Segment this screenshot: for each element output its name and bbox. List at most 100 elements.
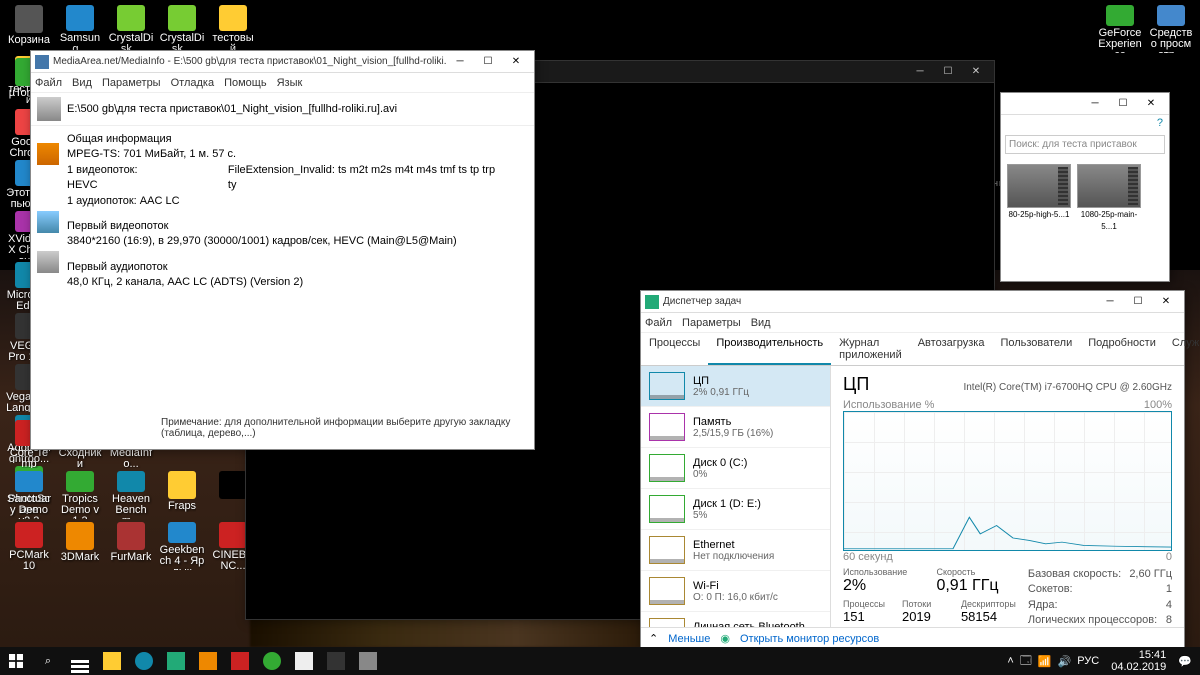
detail-row: Логических процессоров:8	[1028, 613, 1172, 627]
desktop-icon[interactable]: CrystalDisk...	[158, 5, 206, 53]
video-thumb[interactable]: 80-25p-high-5...1	[1007, 164, 1071, 232]
tab-2[interactable]: Журнал приложений	[831, 333, 910, 365]
stat-value: 58154	[961, 609, 1016, 624]
sidebar-item-disk[interactable]: Диск 0 (C:)0%	[641, 448, 830, 489]
menu-item[interactable]: Отладка	[171, 77, 214, 89]
tab-5[interactable]: Подробности	[1080, 333, 1164, 365]
tb-app[interactable]	[224, 647, 256, 675]
sidebar-item-net[interactable]: Wi-FiО: 0 П: 16,0 кбит/с	[641, 571, 830, 612]
explorer-window[interactable]: ─ ☐ ✕ ? Поиск: для теста приставок 80-25…	[1000, 92, 1170, 282]
desktop-icon[interactable]: Корзина	[5, 5, 53, 53]
sidebar-item-disk[interactable]: Диск 1 (D: E:)5%	[641, 489, 830, 530]
minimize-button[interactable]: ─	[446, 52, 474, 72]
taskview-icon[interactable]	[64, 647, 96, 675]
explorer-thumbs: 80-25p-high-5...11080-25p-main-5...1	[1001, 158, 1169, 238]
tray-chevron-icon[interactable]: ˄	[1007, 655, 1013, 667]
search-icon[interactable]: ⌕	[32, 647, 64, 675]
sidebar-item-mem[interactable]: Память2,5/15,9 ГБ (16%)	[641, 407, 830, 448]
desktop-icon[interactable]: FurMark	[107, 522, 155, 570]
tray-lang[interactable]: РУС	[1077, 655, 1099, 667]
menu-item[interactable]: Вид	[751, 317, 771, 329]
menu-item[interactable]: Параметры	[102, 77, 161, 89]
minimize-button[interactable]: ─	[906, 62, 934, 82]
taskmgr-title: Диспетчер задач	[663, 296, 1096, 307]
maximize-button[interactable]: ☐	[934, 62, 962, 82]
taskmgr-tabs[interactable]: ПроцессыПроизводительностьЖурнал приложе…	[641, 333, 1184, 366]
tb-app[interactable]	[352, 647, 384, 675]
tb-app[interactable]	[288, 647, 320, 675]
desktop-icon[interactable]: PCMark 10	[5, 522, 53, 570]
taskbar[interactable]: ⌕ ˄ 🗔 📶 🔊 РУС 15:41 04.02.2019 💬	[0, 647, 1200, 675]
resmon-link[interactable]: Открыть монитор ресурсов	[740, 633, 879, 645]
desktop-icon[interactable]: Tropics Demo v1.3	[56, 471, 104, 519]
menu-item[interactable]: Язык	[277, 77, 303, 89]
menu-item[interactable]: Вид	[72, 77, 92, 89]
desktop-icon[interactable]: тестовый	[209, 5, 257, 53]
maximize-button[interactable]: ☐	[1109, 94, 1137, 114]
maximize-button[interactable]: ☐	[474, 52, 502, 72]
mediainfo-menubar[interactable]: Файл Вид Параметры Отладка Помощь Язык	[31, 73, 534, 93]
tb-store[interactable]	[160, 647, 192, 675]
tray-icon[interactable]: 🗔	[1020, 652, 1032, 671]
taskmgr-main: ЦП Intel(R) Core(TM) i7-6700HQ CPU @ 2.6…	[831, 366, 1184, 627]
tray-network-icon[interactable]: 📶	[1038, 655, 1052, 668]
tb-explorer[interactable]	[96, 647, 128, 675]
collapse-icon[interactable]: ⌃	[649, 632, 658, 645]
desktop-icon[interactable]: Sanctuary Demo v2.3	[5, 471, 53, 519]
explorer-titlebar[interactable]: ─ ☐ ✕	[1001, 93, 1169, 115]
cpu-name: Intel(R) Core(TM) i7-6700HQ CPU @ 2.60GH…	[963, 382, 1172, 393]
desktop-icon[interactable]: Geekbench 4 - Ярлык	[158, 522, 206, 570]
close-button[interactable]: ✕	[502, 52, 530, 72]
desktop-icon[interactable]: Fraps	[158, 471, 206, 519]
close-button[interactable]: ✕	[962, 62, 990, 82]
tab-1[interactable]: Производительность	[708, 333, 831, 365]
taskbar-clock[interactable]: 15:41 04.02.2019	[1105, 649, 1172, 673]
menu-item[interactable]: Файл	[645, 317, 672, 329]
mediainfo-titlebar[interactable]: MediaArea.net/MediaInfo - E:\500 gb\для …	[31, 51, 534, 73]
desktop-icon[interactable]: Samsung...	[56, 5, 104, 53]
mediainfo-icon	[35, 55, 49, 69]
taskmgr-sidebar[interactable]: ЦП2% 0,91 ГГцПамять2,5/15,9 ГБ (16%)Диск…	[641, 366, 831, 627]
minimize-button[interactable]: ─	[1096, 292, 1124, 312]
close-button[interactable]: ✕	[1152, 292, 1180, 312]
desktop-icon[interactable]: Heaven Benchm...	[107, 471, 155, 519]
util-label: Использование %	[843, 399, 934, 411]
tray-notifications-icon[interactable]: 💬	[1178, 655, 1192, 668]
cpu-graph	[843, 411, 1172, 551]
search-input[interactable]: Поиск: для теста приставок	[1005, 135, 1165, 154]
desktop-icon[interactable]: CrystalDisk...	[107, 5, 155, 53]
tb-app[interactable]	[192, 647, 224, 675]
sidebar-item-net[interactable]: Личная сеть BluetoothНет подключения	[641, 612, 830, 627]
tab-4[interactable]: Пользователи	[992, 333, 1080, 365]
menu-item[interactable]: Параметры	[682, 317, 741, 329]
tb-utorrent[interactable]	[256, 647, 288, 675]
tab-0[interactable]: Процессы	[641, 333, 708, 365]
system-tray[interactable]: ˄ 🗔 📶 🔊 РУС 15:41 04.02.2019 💬	[999, 649, 1200, 673]
video-thumb[interactable]: 1080-25p-main-5...1	[1077, 164, 1141, 232]
taskmgr-titlebar[interactable]: Диспетчер задач ─ ☐ ✕	[641, 291, 1184, 313]
menu-item[interactable]: Файл	[35, 77, 62, 89]
sidebar-item-cpu[interactable]: ЦП2% 0,91 ГГц	[641, 366, 830, 407]
taskmgr-menubar[interactable]: Файл Параметры Вид	[641, 313, 1184, 333]
tray-volume-icon[interactable]: 🔊	[1058, 655, 1072, 668]
stat-label: Скорость	[936, 567, 1015, 577]
general-line: 1 аудиопоток: AAC LC	[67, 194, 498, 209]
tb-app[interactable]	[320, 647, 352, 675]
stat-label: Процессы	[843, 599, 888, 609]
mediainfo-window[interactable]: MediaArea.net/MediaInfo - E:\500 gb\для …	[30, 50, 535, 450]
maximize-button[interactable]: ☐	[1124, 292, 1152, 312]
tb-edge[interactable]	[128, 647, 160, 675]
desktop-icon[interactable]: Средство просмотр...	[1147, 5, 1195, 53]
menu-item[interactable]: Помощь	[224, 77, 267, 89]
sidebar-item-net[interactable]: EthernetНет подключения	[641, 530, 830, 571]
start-button[interactable]	[0, 647, 32, 675]
minimize-button[interactable]: ─	[1081, 94, 1109, 114]
help-icon[interactable]: ?	[1157, 117, 1163, 129]
tab-6[interactable]: Службы	[1164, 333, 1200, 365]
taskmgr-window[interactable]: Диспетчер задач ─ ☐ ✕ Файл Параметры Вид П…	[640, 290, 1185, 650]
tab-3[interactable]: Автозагрузка	[910, 333, 993, 365]
desktop-icon[interactable]: 3DMark	[56, 522, 104, 570]
close-button[interactable]: ✕	[1137, 94, 1165, 114]
fewer-details-link[interactable]: Меньше	[668, 633, 710, 645]
desktop-icon[interactable]: GeForce Experience	[1096, 5, 1144, 53]
